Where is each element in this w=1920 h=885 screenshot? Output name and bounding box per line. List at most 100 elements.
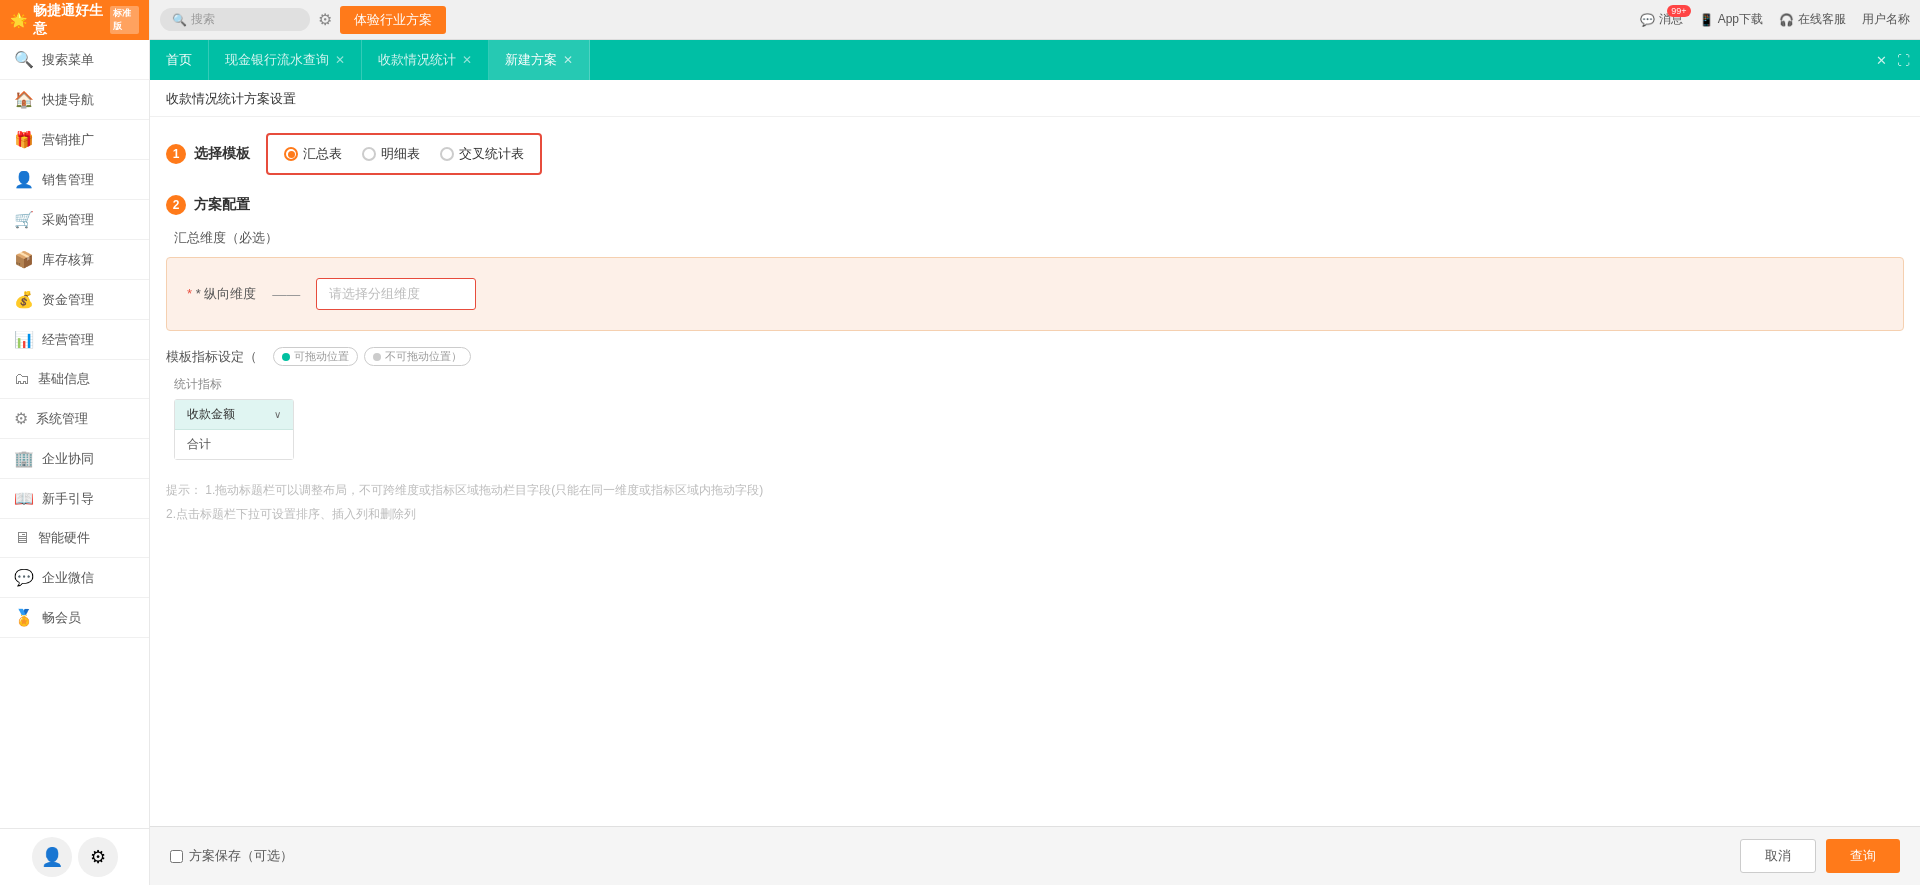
sidebar-item-wechat[interactable]: 💬 企业微信 xyxy=(0,558,149,598)
service-icon: 🎧 xyxy=(1779,13,1794,27)
hint-draggable-label: 可拖动位置 xyxy=(294,349,349,364)
indicators-header: 模板指标设定（ 可拖动位置 不可拖动位置） xyxy=(166,347,1904,366)
step1-num: 1 xyxy=(166,144,186,164)
sidebar-item-enterprise[interactable]: 🏢 企业协同 xyxy=(0,439,149,479)
page-title: 收款情况统计方案设置 xyxy=(166,91,296,106)
tab-cash-query[interactable]: 现金银行流水查询 ✕ xyxy=(209,40,362,80)
footer-buttons: 取消 查询 xyxy=(1740,839,1900,873)
tab-receipt-stats-close[interactable]: ✕ xyxy=(462,53,472,67)
sidebar-item-label: 库存核算 xyxy=(42,251,94,269)
indicators-section: 模板指标设定（ 可拖动位置 不可拖动位置） xyxy=(166,347,1904,460)
sidebar-item-hardware[interactable]: 🖥 智能硬件 xyxy=(0,519,149,558)
sidebar-item-label: 基础信息 xyxy=(38,370,90,388)
cancel-button[interactable]: 取消 xyxy=(1740,839,1816,873)
dimension-arrow: —— xyxy=(272,286,300,302)
settings-icon[interactable]: ⚙ xyxy=(318,10,332,29)
sidebar-item-label: 企业协同 xyxy=(42,450,94,468)
hint-draggable: 可拖动位置 xyxy=(273,347,358,366)
message-icon: 💬 xyxy=(1640,13,1655,27)
template-select-box: 汇总表 明细表 交叉统计表 xyxy=(266,133,542,175)
download-btn[interactable]: 📱 App下载 xyxy=(1699,11,1763,28)
sidebar-item-search-menu[interactable]: 🔍 搜索菜单 xyxy=(0,40,149,80)
draggable-hint: 可拖动位置 不可拖动位置） xyxy=(273,347,471,366)
footer: 方案保存（可选） 取消 查询 xyxy=(150,826,1920,885)
sidebar-item-label: 快捷导航 xyxy=(42,91,94,109)
sidebar-item-marketing[interactable]: 🎁 营销推广 xyxy=(0,120,149,160)
step2-label: 方案配置 xyxy=(194,196,250,214)
content-area: 收款情况统计方案设置 1 选择模板 汇总表 xyxy=(150,80,1920,885)
radio-summary-circle xyxy=(284,147,298,161)
logo-text: 畅捷通好生意 xyxy=(33,2,104,38)
download-icon: 📱 xyxy=(1699,13,1714,27)
tab-receipt-stats[interactable]: 收款情况统计 ✕ xyxy=(362,40,489,80)
sidebar-avatar[interactable]: 👤 xyxy=(32,837,72,877)
trial-btn[interactable]: 体验行业方案 xyxy=(340,6,446,34)
tab-home-label: 首页 xyxy=(166,51,192,69)
tab-receipt-stats-label: 收款情况统计 xyxy=(378,51,456,69)
sidebar-item-basic[interactable]: 🗂 基础信息 xyxy=(0,360,149,399)
footer-save-label[interactable]: 方案保存（可选） xyxy=(170,847,293,865)
query-button[interactable]: 查询 xyxy=(1826,839,1900,873)
sidebar-item-system[interactable]: ⚙ 系统管理 xyxy=(0,399,149,439)
radio-summary[interactable]: 汇总表 xyxy=(284,145,342,163)
tab-cash-query-close[interactable]: ✕ xyxy=(335,53,345,67)
tab-home[interactable]: 首页 xyxy=(150,40,209,80)
stats-block-header[interactable]: 收款金额 ∨ xyxy=(175,400,293,430)
tab-new-plan-close[interactable]: ✕ xyxy=(563,53,573,67)
logo-icon: 🌟 xyxy=(10,12,27,28)
quick-nav-icon: 🏠 xyxy=(14,90,34,109)
sidebar-item-member[interactable]: 🏅 畅会员 xyxy=(0,598,149,638)
stats-block: 收款金额 ∨ 合计 xyxy=(174,399,294,460)
enterprise-icon: 🏢 xyxy=(14,449,34,468)
step1-label: 选择模板 xyxy=(194,145,250,163)
sidebar-item-label: 智能硬件 xyxy=(38,529,90,547)
sidebar-settings[interactable]: ⚙ xyxy=(78,837,118,877)
sidebar-item-sales[interactable]: 👤 销售管理 xyxy=(0,160,149,200)
marketing-icon: 🎁 xyxy=(14,130,34,149)
sales-icon: 👤 xyxy=(14,170,34,189)
tab-new-plan-label: 新建方案 xyxy=(505,51,557,69)
sidebar-item-guide[interactable]: 📖 新手引导 xyxy=(0,479,149,519)
save-checkbox[interactable] xyxy=(170,850,183,863)
tip-1: 提示： 1.拖动标题栏可以调整布局，不可跨维度或指标区域拖动栏目字段(只能在同一… xyxy=(166,480,1904,502)
template-radio-group: 汇总表 明细表 交叉统计表 xyxy=(284,145,524,163)
radio-cross[interactable]: 交叉统计表 xyxy=(440,145,524,163)
sidebar-item-inventory[interactable]: 📦 库存核算 xyxy=(0,240,149,280)
member-icon: 🏅 xyxy=(14,608,34,627)
sidebar-item-quick-nav[interactable]: 🏠 快捷导航 xyxy=(0,80,149,120)
tabbar: 首页 现金银行流水查询 ✕ 收款情况统计 ✕ 新建方案 ✕ ✕ ⛶ xyxy=(150,40,1920,80)
search-placeholder-text: 搜索 xyxy=(191,11,215,28)
user-name[interactable]: 用户名称 xyxy=(1862,11,1910,28)
sidebar-item-label: 采购管理 xyxy=(42,211,94,229)
tab-close-icon[interactable]: ✕ xyxy=(1876,53,1887,68)
tip-2: 2.点击标题栏下拉可设置排序、插入列和删除列 xyxy=(166,504,1904,526)
stats-item-label: 收款金额 xyxy=(187,406,235,423)
service-btn[interactable]: 🎧 在线客服 xyxy=(1779,11,1846,28)
wechat-icon: 💬 xyxy=(14,568,34,587)
sidebar-item-purchase[interactable]: 🛒 采购管理 xyxy=(0,200,149,240)
message-btn[interactable]: 💬 消息 99+ xyxy=(1640,11,1683,28)
service-label: 在线客服 xyxy=(1798,11,1846,28)
sidebar-item-label: 新手引导 xyxy=(42,490,94,508)
indicator-setting-label: 模板指标设定（ xyxy=(166,348,257,366)
topbar-search[interactable]: 🔍 搜索 xyxy=(160,8,310,31)
sidebar-item-label: 资金管理 xyxy=(42,291,94,309)
dimension-config-section: 汇总维度（必选） * * 纵向维度 —— 请选择分组维度 xyxy=(166,229,1904,331)
dimension-row: * * 纵向维度 —— 请选择分组维度 xyxy=(187,278,1883,310)
tab-expand-icon[interactable]: ⛶ xyxy=(1897,53,1910,68)
sidebar-item-operation[interactable]: 📊 经营管理 xyxy=(0,320,149,360)
step2-title: 2 方案配置 xyxy=(166,195,1904,215)
step1-section: 1 选择模板 汇总表 明细表 xyxy=(166,133,1904,175)
purchase-icon: 🛒 xyxy=(14,210,34,229)
logo-badge: 标准版 xyxy=(110,6,139,34)
dimension-selector[interactable]: 请选择分组维度 xyxy=(316,278,476,310)
system-icon: ⚙ xyxy=(14,409,28,428)
sidebar-item-label: 搜索菜单 xyxy=(42,51,94,69)
sidebar-item-finance[interactable]: 💰 资金管理 xyxy=(0,280,149,320)
hint-fixed-label: 不可拖动位置） xyxy=(385,349,462,364)
step2-num: 2 xyxy=(166,195,186,215)
tabbar-right: ✕ ⛶ xyxy=(1876,53,1920,68)
guide-icon: 📖 xyxy=(14,489,34,508)
radio-detail[interactable]: 明细表 xyxy=(362,145,420,163)
tab-new-plan[interactable]: 新建方案 ✕ xyxy=(489,40,590,80)
